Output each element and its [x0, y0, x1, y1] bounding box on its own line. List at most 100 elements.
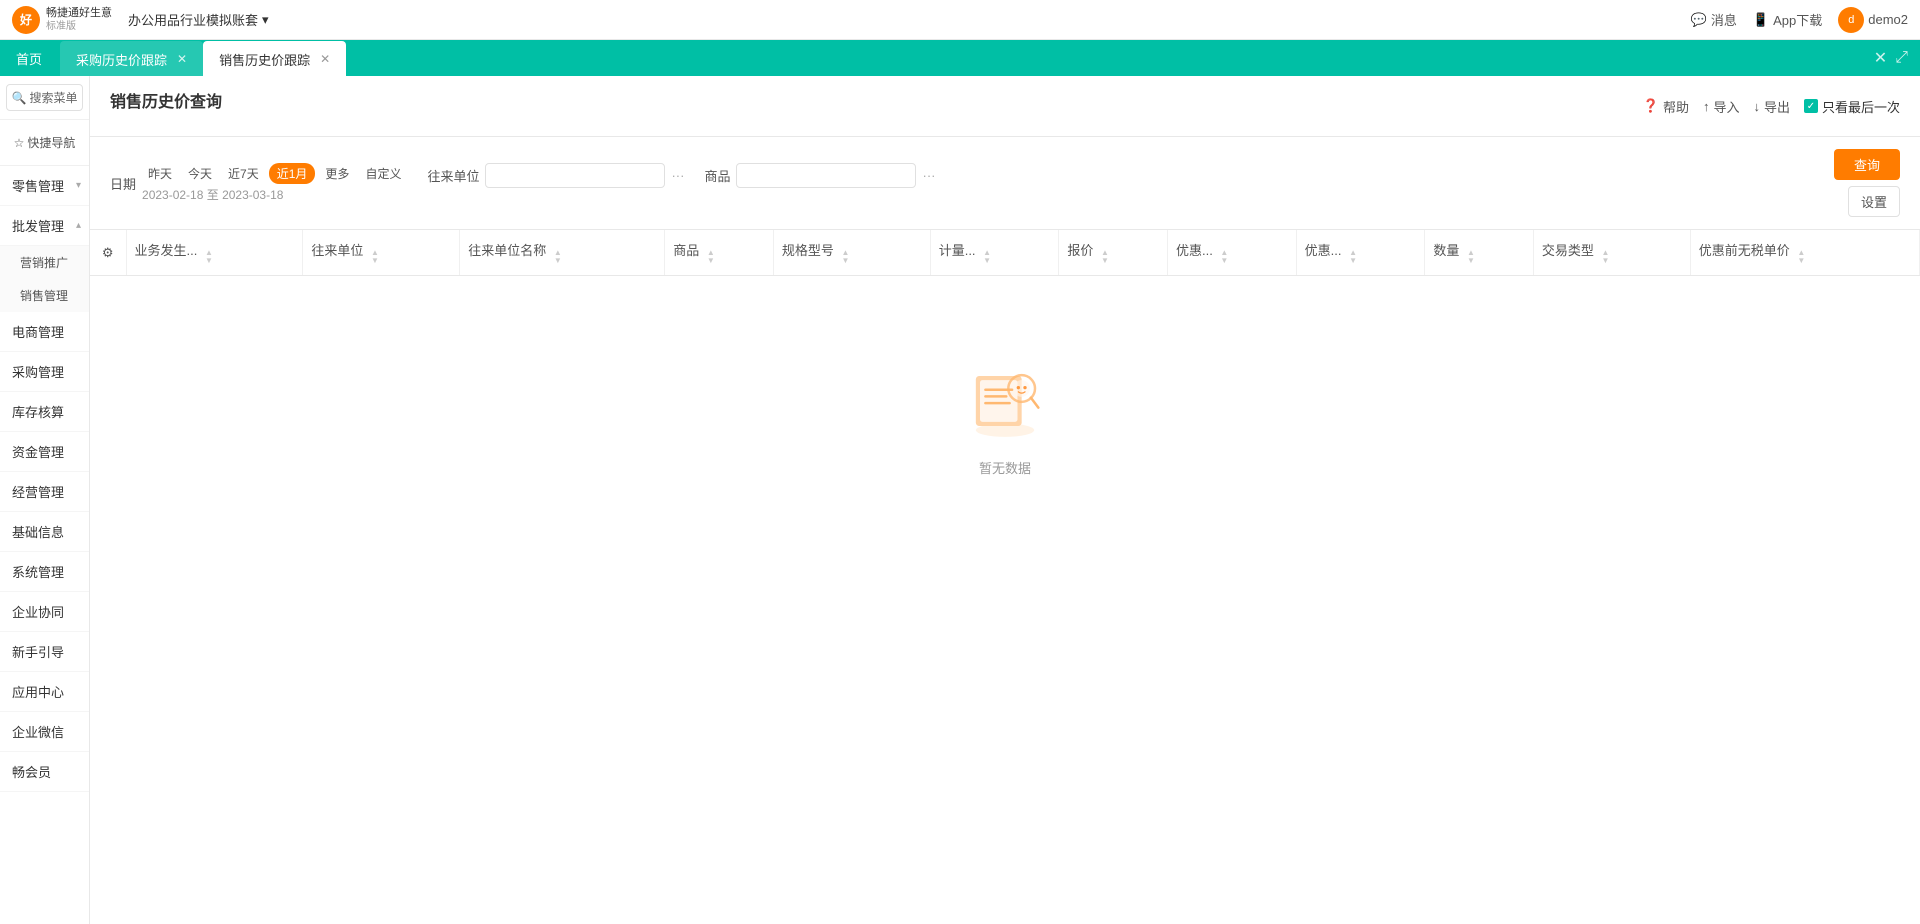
- import-icon: ↑: [1703, 99, 1710, 114]
- sidebar-item-retail[interactable]: 零售管理 ▾: [0, 166, 89, 206]
- col-discount1[interactable]: 优惠... ▲▼: [1167, 230, 1296, 276]
- col-goods[interactable]: 商品 ▲▼: [665, 230, 774, 276]
- col-quantity[interactable]: 数量 ▲▼: [1425, 230, 1534, 276]
- logo-area: 好 畅捷通好生意 标准版: [12, 6, 112, 34]
- sidebar-section: 零售管理 ▾ 批发管理 ▴ 营销推广 销售管理 电商管理 采购管理 库存核算 资…: [0, 166, 89, 792]
- sort-icons: ▲▼: [1220, 249, 1228, 265]
- sort-icons: ▲▼: [1349, 249, 1357, 265]
- sort-icons: ▲▼: [554, 249, 562, 265]
- sort-icons: ▲▼: [707, 249, 715, 265]
- tab-purchase-close-icon[interactable]: ✕: [177, 52, 187, 66]
- sort-icons: ▲▼: [1101, 249, 1109, 265]
- import-button[interactable]: ↑ 导入: [1703, 97, 1740, 116]
- sidebar: 🔍 搜索菜单 ☆ 快捷导航 零售管理 ▾ 批发管理 ▴ 营销推广 销售管理: [0, 76, 90, 924]
- main-content: 销售历史价查询 ❓ 帮助 ↑ 导入 ↓ 导出 ✓: [90, 76, 1920, 924]
- logo-text: 畅捷通好生意 标准版: [46, 6, 112, 33]
- date-btn-custom[interactable]: 自定义: [359, 163, 407, 184]
- col-trade-type[interactable]: 交易类型 ▲▼: [1533, 230, 1690, 276]
- sidebar-item-ecommerce[interactable]: 电商管理: [0, 312, 89, 352]
- date-btn-7days[interactable]: 近7天: [222, 163, 265, 184]
- message-icon: 💬: [1691, 12, 1707, 28]
- date-btn-1month[interactable]: 近1月: [269, 163, 316, 184]
- col-spec[interactable]: 规格型号 ▲▼: [773, 230, 930, 276]
- app-header: 好 畅捷通好生意 标准版 办公用品行业模拟账套 ▾ 💬 消息 📱 App下载 d…: [0, 0, 1920, 40]
- sort-icons: ▲▼: [1602, 249, 1610, 265]
- query-button[interactable]: 查询: [1834, 149, 1900, 180]
- tab-purchase-history[interactable]: 采购历史价跟踪 ✕: [60, 41, 203, 77]
- tabs-bar: 首页 采购历史价跟踪 ✕ 销售历史价跟踪 ✕ ✕ ⤢: [0, 40, 1920, 76]
- wholesale-submenu: 营销推广 销售管理: [0, 246, 89, 312]
- star-icon: ☆: [14, 136, 25, 150]
- col-settings[interactable]: ⚙: [90, 230, 126, 276]
- sidebar-item-operation[interactable]: 经营管理: [0, 472, 89, 512]
- phone-icon: 📱: [1753, 12, 1769, 28]
- date-btn-today[interactable]: 今天: [182, 163, 218, 184]
- checkbox-icon: ✓: [1804, 99, 1818, 113]
- date-btn-more[interactable]: 更多: [319, 163, 355, 184]
- goods-label: 商品: [704, 166, 730, 185]
- help-button[interactable]: ❓ 帮助: [1643, 97, 1689, 116]
- sidebar-item-guide[interactable]: 新手引导: [0, 632, 89, 672]
- only-last-checkbox[interactable]: ✓ 只看最后一次: [1804, 97, 1900, 116]
- col-quote[interactable]: 报价 ▲▼: [1059, 230, 1168, 276]
- quick-nav-item[interactable]: ☆ 快捷导航: [0, 120, 89, 166]
- sidebar-item-purchase[interactable]: 采购管理: [0, 352, 89, 392]
- sort-icons: ▲▼: [983, 249, 991, 265]
- app-download-button[interactable]: 📱 App下载: [1753, 10, 1822, 29]
- goods-input[interactable]: [736, 163, 916, 188]
- sidebar-item-finance[interactable]: 资金管理: [0, 432, 89, 472]
- user-menu[interactable]: d demo2: [1838, 7, 1908, 33]
- col-discount2[interactable]: 优惠... ▲▼: [1296, 230, 1425, 276]
- goods-dots[interactable]: ···: [922, 168, 935, 183]
- partner-input[interactable]: [485, 163, 665, 188]
- export-icon: ↓: [1753, 99, 1760, 114]
- sidebar-item-wholesale[interactable]: 批发管理 ▴: [0, 206, 89, 246]
- partner-filter-group: 往来单位 ···: [427, 163, 684, 188]
- tab-home[interactable]: 首页: [0, 40, 58, 76]
- close-tab-btn[interactable]: ✕: [1874, 48, 1887, 68]
- date-buttons: 昨天 今天 近7天 近1月 更多 自定义: [142, 163, 407, 184]
- col-partner-name[interactable]: 往来单位名称 ▲▼: [460, 230, 665, 276]
- tabs-bar-right: ✕ ⤢: [1874, 48, 1920, 68]
- workspace-selector[interactable]: 办公用品行业模拟账套 ▾: [120, 6, 277, 33]
- sort-icons: ▲▼: [371, 249, 379, 265]
- col-pre-tax-price[interactable]: 优惠前无税单价 ▲▼: [1690, 230, 1919, 276]
- col-biz-date[interactable]: 业务发生... ▲▼: [126, 230, 303, 276]
- sort-icons: ▲▼: [842, 249, 850, 265]
- chevron-down-icon: ▴: [76, 220, 81, 231]
- message-button[interactable]: 💬 消息: [1691, 10, 1737, 29]
- date-range-text: 2023-02-18 至 2023-03-18: [142, 186, 407, 203]
- table-header-row: ⚙ 业务发生... ▲▼ 往来单位 ▲▼ 往来单位名称 ▲▼ 商品 ▲▼: [90, 230, 1920, 276]
- export-button[interactable]: ↓ 导出: [1753, 97, 1790, 116]
- empty-text: 暂无数据: [979, 458, 1031, 477]
- tab-sales-close-icon[interactable]: ✕: [320, 52, 330, 66]
- col-partner-code[interactable]: 往来单位 ▲▼: [303, 230, 460, 276]
- gear-icon[interactable]: ⚙: [102, 245, 114, 260]
- search-menu-button[interactable]: 🔍 搜索菜单: [6, 84, 83, 111]
- sidebar-item-inventory[interactable]: 库存核算: [0, 392, 89, 432]
- sidebar-item-system[interactable]: 系统管理: [0, 552, 89, 592]
- search-icon: 🔍: [12, 91, 27, 105]
- sidebar-item-apps[interactable]: 应用中心: [0, 672, 89, 712]
- header-left: 好 畅捷通好生意 标准版 办公用品行业模拟账套 ▾: [12, 6, 277, 34]
- sidebar-item-basic[interactable]: 基础信息: [0, 512, 89, 552]
- sidebar-search-area: 🔍 搜索菜单: [0, 76, 89, 120]
- sort-icons: ▲▼: [205, 249, 213, 265]
- logo-icon: 好: [12, 6, 40, 34]
- maximize-btn[interactable]: ⤢: [1895, 49, 1908, 67]
- date-label: 日期: [110, 174, 136, 193]
- sidebar-item-sales-mgmt[interactable]: 销售管理: [0, 279, 89, 312]
- chevron-down-icon: ▾: [262, 12, 269, 28]
- sidebar-item-cooperation[interactable]: 企业协同: [0, 592, 89, 632]
- date-btn-yesterday[interactable]: 昨天: [142, 163, 178, 184]
- sort-icons: ▲▼: [1797, 249, 1805, 265]
- tab-sales-history[interactable]: 销售历史价跟踪 ✕: [203, 41, 346, 77]
- settings-button[interactable]: 设置: [1848, 186, 1900, 217]
- sidebar-item-wechat[interactable]: 企业微信: [0, 712, 89, 752]
- sidebar-item-marketing[interactable]: 营销推广: [0, 246, 89, 279]
- col-unit[interactable]: 计量... ▲▼: [930, 230, 1059, 276]
- help-icon: ❓: [1643, 98, 1659, 114]
- partner-dots[interactable]: ···: [671, 168, 684, 183]
- sidebar-item-member[interactable]: 畅会员: [0, 752, 89, 792]
- date-filter-group: 日期 昨天 今天 近7天 近1月 更多 自定义 2023-02-18 至 202…: [110, 163, 407, 203]
